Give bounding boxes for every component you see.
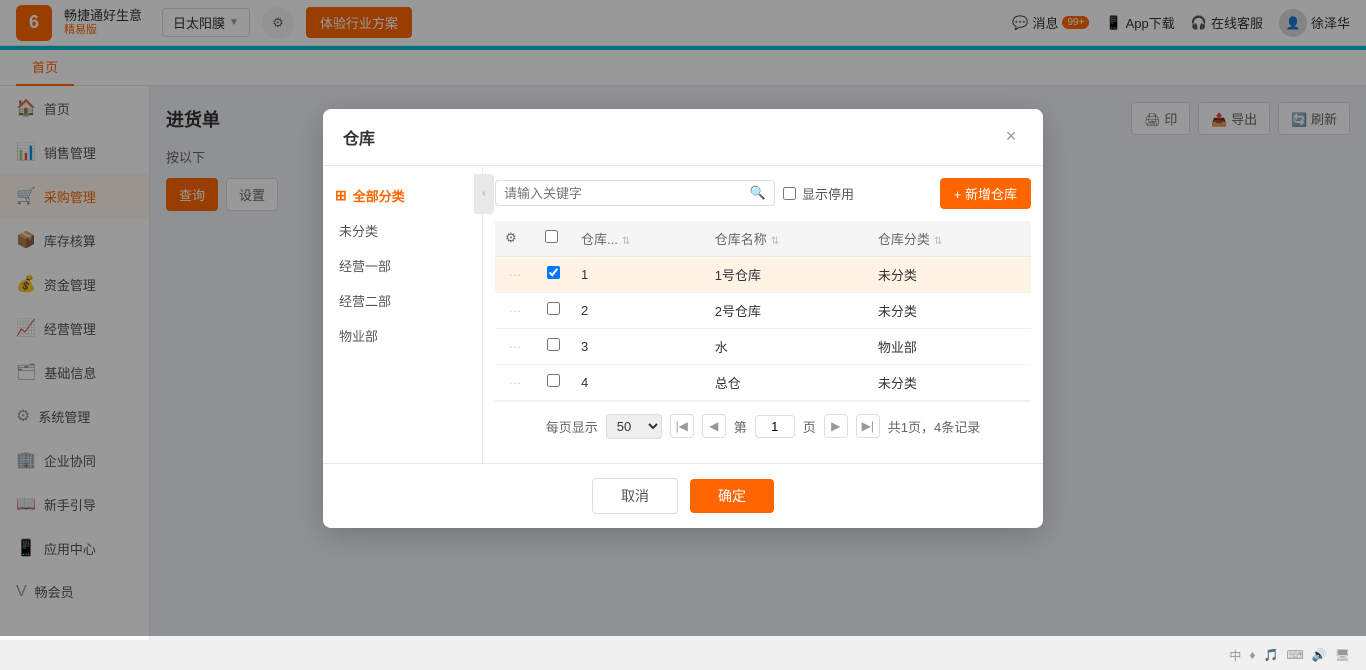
modal-title: 仓库 — [343, 125, 375, 149]
search-box: 🔍 — [495, 180, 775, 206]
show-disabled-label: 显示停用 — [802, 184, 854, 203]
row-actions: ··· — [495, 292, 535, 328]
col-checkbox — [535, 221, 571, 257]
next-page-button[interactable]: ▶ — [824, 414, 848, 438]
cat-item-label: 未分类 — [339, 224, 378, 239]
status-icon-6: 🖥 — [1335, 648, 1350, 662]
modal-header: 仓库 × — [323, 109, 1043, 166]
page-number-input[interactable] — [755, 415, 795, 438]
cat-item-label: 经营一部 — [339, 259, 391, 274]
row-no: 1 — [571, 256, 705, 292]
row-actions: ··· — [495, 328, 535, 364]
row-no: 2 — [571, 292, 705, 328]
modal-footer: 取消 确定 — [323, 463, 1043, 528]
last-page-button[interactable]: ▶| — [856, 414, 880, 438]
modal-overlay: 仓库 × ⊞ 全部分类 未分类 经营一部 经营二部 — [0, 0, 1366, 636]
search-input[interactable] — [504, 186, 744, 201]
warehouse-table: ⚙ 仓库...⇅ 仓库名称⇅ 仓库分类⇅ ··· 1 1号仓库 未分类 — [495, 221, 1031, 401]
category-item-3[interactable]: 物业部 — [323, 318, 482, 353]
table-area: 🔍 显示停用 + 新增仓库 ⚙ — [483, 166, 1043, 463]
table-scroll: ⚙ 仓库...⇅ 仓库名称⇅ 仓库分类⇅ ··· 1 1号仓库 未分类 — [495, 221, 1031, 401]
table-row[interactable]: ··· 3 水 物业部 — [495, 328, 1031, 364]
row-category: 未分类 — [868, 364, 1031, 400]
row-name: 2号仓库 — [705, 292, 868, 328]
row-name: 1号仓库 — [705, 256, 868, 292]
per-page-select[interactable]: 50 100 200 — [606, 414, 662, 439]
cancel-button[interactable]: 取消 — [592, 478, 678, 514]
status-icon-4: ⌨ — [1286, 648, 1303, 662]
per-page-label: 每页显示 — [546, 417, 598, 436]
col-gear: ⚙ — [495, 221, 535, 257]
prev-page-button[interactable]: ◀ — [702, 414, 726, 438]
row-category: 物业部 — [868, 328, 1031, 364]
statusbar: 中 ♦ 🎵 ⌨ 🔊 🖥 — [0, 640, 1366, 670]
table-row[interactable]: ··· 1 1号仓库 未分类 — [495, 256, 1031, 292]
modal-body: ⊞ 全部分类 未分类 经营一部 经营二部 物业部 ‹ — [323, 166, 1043, 463]
row-category: 未分类 — [868, 292, 1031, 328]
disabled-checkbox[interactable] — [783, 187, 796, 200]
category-collapse-button[interactable]: ‹ — [474, 174, 494, 214]
col-category: 仓库分类⇅ — [868, 221, 1031, 257]
col-code: 仓库...⇅ — [571, 221, 705, 257]
category-item-1[interactable]: 经营一部 — [323, 248, 482, 283]
category-item-2[interactable]: 经营二部 — [323, 283, 482, 318]
row-actions: ··· — [495, 364, 535, 400]
row-actions: ··· — [495, 256, 535, 292]
table-row[interactable]: ··· 4 总仓 未分类 — [495, 364, 1031, 400]
status-icon-5: 🔊 — [1312, 648, 1327, 662]
table-row[interactable]: ··· 2 2号仓库 未分类 — [495, 292, 1031, 328]
all-category-item[interactable]: ⊞ 全部分类 — [323, 178, 482, 213]
search-icon[interactable]: 🔍 — [750, 185, 766, 201]
show-disabled-checkbox[interactable]: 显示停用 — [783, 184, 854, 203]
warehouse-modal: 仓库 × ⊞ 全部分类 未分类 经营一部 经营二部 — [323, 109, 1043, 528]
page-label: 第 — [734, 417, 747, 436]
first-page-button[interactable]: |◀ — [670, 414, 694, 438]
grid-icon: ⊞ — [335, 187, 347, 204]
modal-close-button[interactable]: × — [999, 125, 1023, 149]
category-item-0[interactable]: 未分类 — [323, 213, 482, 248]
col-name: 仓库名称⇅ — [705, 221, 868, 257]
page-unit: 页 — [803, 417, 816, 436]
row-category: 未分类 — [868, 256, 1031, 292]
row-no: 4 — [571, 364, 705, 400]
table-toolbar: 🔍 显示停用 + 新增仓库 — [495, 178, 1031, 209]
cat-item-label: 物业部 — [339, 329, 378, 344]
row-no: 3 — [571, 328, 705, 364]
row-checkbox[interactable] — [535, 364, 571, 400]
add-warehouse-button[interactable]: + 新增仓库 — [940, 178, 1031, 209]
row-checkbox[interactable] — [535, 292, 571, 328]
select-all-checkbox[interactable] — [545, 230, 558, 243]
gear-icon: ⚙ — [505, 230, 517, 245]
status-icon-3: 🎵 — [1264, 648, 1279, 662]
row-name: 水 — [705, 328, 868, 364]
category-sidebar: ⊞ 全部分类 未分类 经营一部 经营二部 物业部 ‹ — [323, 166, 483, 463]
all-category-label: 全部分类 — [353, 186, 405, 205]
cat-item-label: 经营二部 — [339, 294, 391, 309]
status-icon-2: ♦ — [1249, 648, 1255, 662]
row-name: 总仓 — [705, 364, 868, 400]
status-icon-1: 中 — [1229, 647, 1241, 664]
row-checkbox[interactable] — [535, 256, 571, 292]
pagination: 每页显示 50 100 200 |◀ ◀ 第 页 ▶ ▶| 共1页，4条记录 — [495, 401, 1031, 451]
row-checkbox[interactable] — [535, 328, 571, 364]
page-total: 共1页，4条记录 — [888, 417, 980, 436]
confirm-button[interactable]: 确定 — [690, 479, 774, 513]
